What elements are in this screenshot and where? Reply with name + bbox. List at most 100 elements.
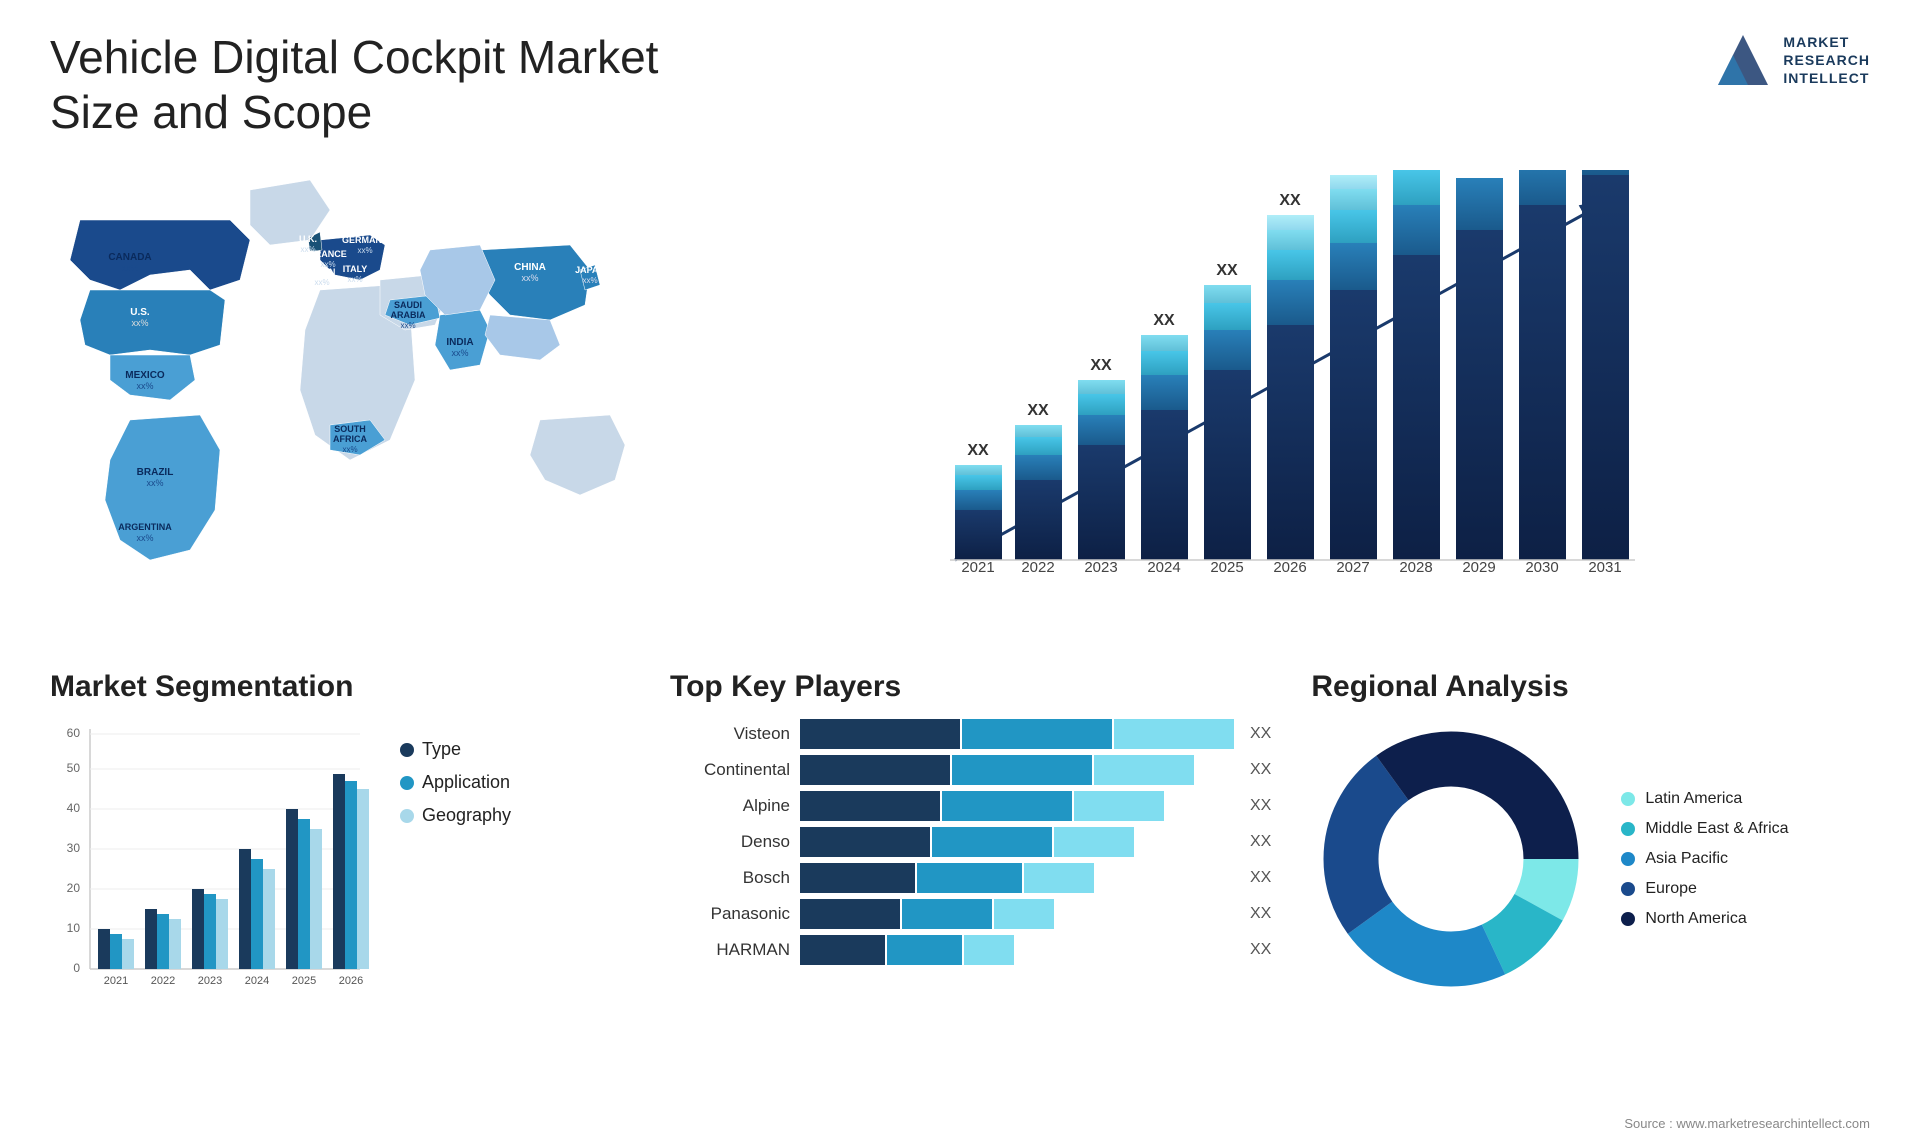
svg-text:2030: 2030 xyxy=(1525,559,1558,576)
svg-text:XX: XX xyxy=(967,442,989,459)
svg-text:2022: 2022 xyxy=(1021,559,1054,576)
player-bar-denso xyxy=(800,827,1234,857)
svg-text:ITALY: ITALY xyxy=(343,264,368,274)
bar-seg-dark xyxy=(800,791,940,821)
svg-text:2026: 2026 xyxy=(1273,559,1306,576)
legend-type: Type xyxy=(400,739,511,760)
dot-asia-pacific xyxy=(1621,852,1635,866)
player-row-harman: HARMAN XX xyxy=(670,935,1271,965)
svg-text:JAPAN: JAPAN xyxy=(575,265,605,275)
player-name-continental: Continental xyxy=(670,760,790,780)
bar-seg-dark xyxy=(800,899,900,929)
bar-seg-mid xyxy=(952,755,1092,785)
svg-text:2031: 2031 xyxy=(1588,559,1621,576)
player-bar-bosch xyxy=(800,863,1234,893)
bar-seg-dark xyxy=(800,827,930,857)
svg-text:2024: 2024 xyxy=(245,975,269,987)
logo-text: MARKET RESEARCH INTELLECT xyxy=(1783,33,1870,88)
svg-text:40: 40 xyxy=(67,801,81,815)
svg-text:CANADA: CANADA xyxy=(108,252,151,263)
svg-text:xx%: xx% xyxy=(314,278,329,287)
player-xx-visteon: XX xyxy=(1250,725,1271,743)
brand-icon xyxy=(1713,30,1773,90)
bar-seg-mid xyxy=(917,863,1022,893)
reg-legend-middle-east: Middle East & Africa xyxy=(1621,820,1788,838)
player-row-panasonic: Panasonic XX xyxy=(670,899,1271,929)
svg-text:XX: XX xyxy=(1216,262,1238,279)
svg-text:xx%: xx% xyxy=(521,273,538,283)
svg-text:2025: 2025 xyxy=(292,975,316,987)
player-xx-harman: XX xyxy=(1250,941,1271,959)
svg-text:30: 30 xyxy=(67,841,81,855)
legend-label-geography: Geography xyxy=(422,805,511,826)
player-name-bosch: Bosch xyxy=(670,868,790,888)
player-name-denso: Denso xyxy=(670,832,790,852)
regional-section: Regional Analysis xyxy=(1311,660,1891,1019)
svg-text:2025: 2025 xyxy=(1210,559,1243,576)
svg-text:U.K.: U.K. xyxy=(299,234,317,244)
svg-text:SAUDI: SAUDI xyxy=(394,300,422,310)
bar-seg-mid xyxy=(962,719,1112,749)
svg-text:2022: 2022 xyxy=(151,975,175,987)
source-text: Source : www.marketresearchintellect.com xyxy=(1624,1116,1870,1131)
svg-text:XX: XX xyxy=(1342,170,1364,171)
svg-text:2023: 2023 xyxy=(198,975,222,987)
player-bar-visteon xyxy=(800,719,1234,749)
label-latin-america: Latin America xyxy=(1645,790,1742,808)
svg-text:XX: XX xyxy=(1027,402,1049,419)
legend-label-type: Type xyxy=(422,739,461,760)
player-xx-bosch: XX xyxy=(1250,869,1271,887)
svg-text:U.S.: U.S. xyxy=(130,307,150,318)
bar-seg-light xyxy=(1054,827,1134,857)
segmentation-section: Market Segmentation 0 10 20 30 xyxy=(50,660,630,1019)
svg-text:GERMANY: GERMANY xyxy=(342,235,388,245)
svg-text:MEXICO: MEXICO xyxy=(125,370,165,381)
bar-seg-dark xyxy=(800,719,960,749)
svg-text:FRANCE: FRANCE xyxy=(309,249,347,259)
world-map: CANADA xx% U.S. xx% MEXICO xx% BRAZIL xx… xyxy=(50,160,670,630)
legend-dot-type xyxy=(400,743,414,757)
seg-legend: Type Application Geography xyxy=(400,719,511,826)
player-bar-panasonic xyxy=(800,899,1234,929)
dot-middle-east xyxy=(1621,822,1635,836)
regional-legend: Latin America Middle East & Africa Asia … xyxy=(1621,790,1788,928)
bar-seg-light xyxy=(994,899,1054,929)
players-list: Visteon XX Continental xyxy=(670,719,1271,965)
player-row-continental: Continental XX xyxy=(670,755,1271,785)
bar-seg-light xyxy=(964,935,1014,965)
svg-text:INDIA: INDIA xyxy=(446,337,473,348)
label-middle-east: Middle East & Africa xyxy=(1645,820,1788,838)
svg-text:2021: 2021 xyxy=(104,975,128,987)
header: Vehicle Digital Cockpit Market Size and … xyxy=(50,30,1870,140)
donut-chart xyxy=(1311,719,1591,999)
bar-seg-dark xyxy=(800,935,885,965)
legend-dot-geography xyxy=(400,809,414,823)
svg-text:60: 60 xyxy=(67,726,81,740)
svg-text:20: 20 xyxy=(67,881,81,895)
legend-dot-application xyxy=(400,776,414,790)
svg-text:CHINA: CHINA xyxy=(514,262,546,273)
svg-text:xx%: xx% xyxy=(131,318,148,328)
dot-latin-america xyxy=(1621,792,1635,806)
bar-seg-mid xyxy=(932,827,1052,857)
label-europe: Europe xyxy=(1645,880,1697,898)
svg-text:2028: 2028 xyxy=(1399,559,1432,576)
svg-text:SPAIN: SPAIN xyxy=(309,267,336,277)
player-bar-continental xyxy=(800,755,1234,785)
bar-seg-mid xyxy=(887,935,962,965)
svg-text:BRAZIL: BRAZIL xyxy=(137,467,174,478)
main-grid: CANADA xx% U.S. xx% MEXICO xx% BRAZIL xx… xyxy=(50,160,1870,1019)
regional-content: Latin America Middle East & Africa Asia … xyxy=(1311,719,1891,999)
svg-text:xx%: xx% xyxy=(136,533,153,543)
player-xx-denso: XX xyxy=(1250,833,1271,851)
player-name-visteon: Visteon xyxy=(670,724,790,744)
bar-seg-light xyxy=(1114,719,1234,749)
page: Vehicle Digital Cockpit Market Size and … xyxy=(0,0,1920,1146)
svg-text:2024: 2024 xyxy=(1147,559,1180,576)
svg-text:50: 50 xyxy=(67,761,81,775)
legend-geography: Geography xyxy=(400,805,511,826)
svg-text:xx%: xx% xyxy=(451,348,468,358)
reg-legend-north-america: North America xyxy=(1621,910,1788,928)
svg-text:2027: 2027 xyxy=(1336,559,1369,576)
svg-text:2021: 2021 xyxy=(961,559,994,576)
